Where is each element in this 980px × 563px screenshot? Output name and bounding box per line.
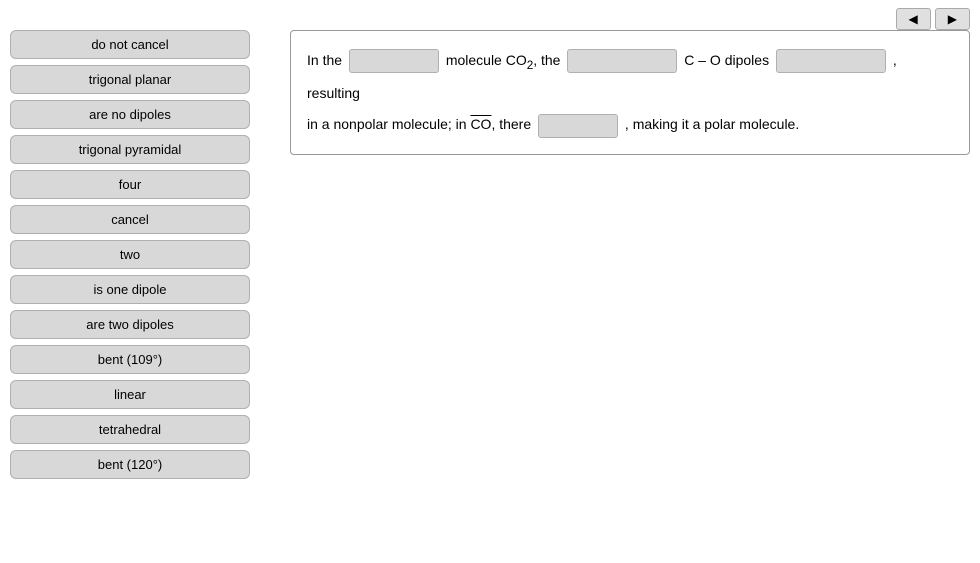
next-button[interactable]: ▶ <box>935 8 970 30</box>
drop-zone-1[interactable] <box>349 49 439 73</box>
drag-item-trigonal-pyramidal[interactable]: trigonal pyramidal <box>10 135 250 164</box>
drop-zone-2[interactable] <box>567 49 677 73</box>
drop-zone-3[interactable] <box>776 49 886 73</box>
drag-item-do-not-cancel[interactable]: do not cancel <box>10 30 250 59</box>
drag-item-are-two-dipoles[interactable]: are two dipoles <box>10 310 250 339</box>
drag-item-is-one-dipole[interactable]: is one dipole <box>10 275 250 304</box>
drag-item-four[interactable]: four <box>10 170 250 199</box>
drag-item-linear[interactable]: linear <box>10 380 250 409</box>
drag-item-bent-120[interactable]: bent (120°) <box>10 450 250 479</box>
drag-item-cancel[interactable]: cancel <box>10 205 250 234</box>
drag-items-panel: do not cancel trigonal planar are no dip… <box>10 10 270 553</box>
drag-item-tetrahedral[interactable]: tetrahedral <box>10 415 250 444</box>
drag-item-bent-109[interactable]: bent (109°) <box>10 345 250 374</box>
question-text-4: , making it a polar molecule. <box>625 116 799 132</box>
question-text-3: in a nonpolar molecule; in CO, there <box>307 116 531 132</box>
drag-item-are-no-dipoles[interactable]: are no dipoles <box>10 100 250 129</box>
question-text-2: molecule CO2, the <box>446 52 561 68</box>
question-text-1: In the <box>307 52 342 68</box>
question-panel: In the molecule CO2, the C – O dipoles ,… <box>290 10 970 553</box>
question-text-co-dipoles: C – O dipoles <box>684 52 769 68</box>
prev-button[interactable]: ◀ <box>896 8 931 30</box>
question-box: In the molecule CO2, the C – O dipoles ,… <box>290 30 970 155</box>
drop-zone-4[interactable] <box>538 114 618 138</box>
drag-item-trigonal-planar[interactable]: trigonal planar <box>10 65 250 94</box>
drag-item-two[interactable]: two <box>10 240 250 269</box>
